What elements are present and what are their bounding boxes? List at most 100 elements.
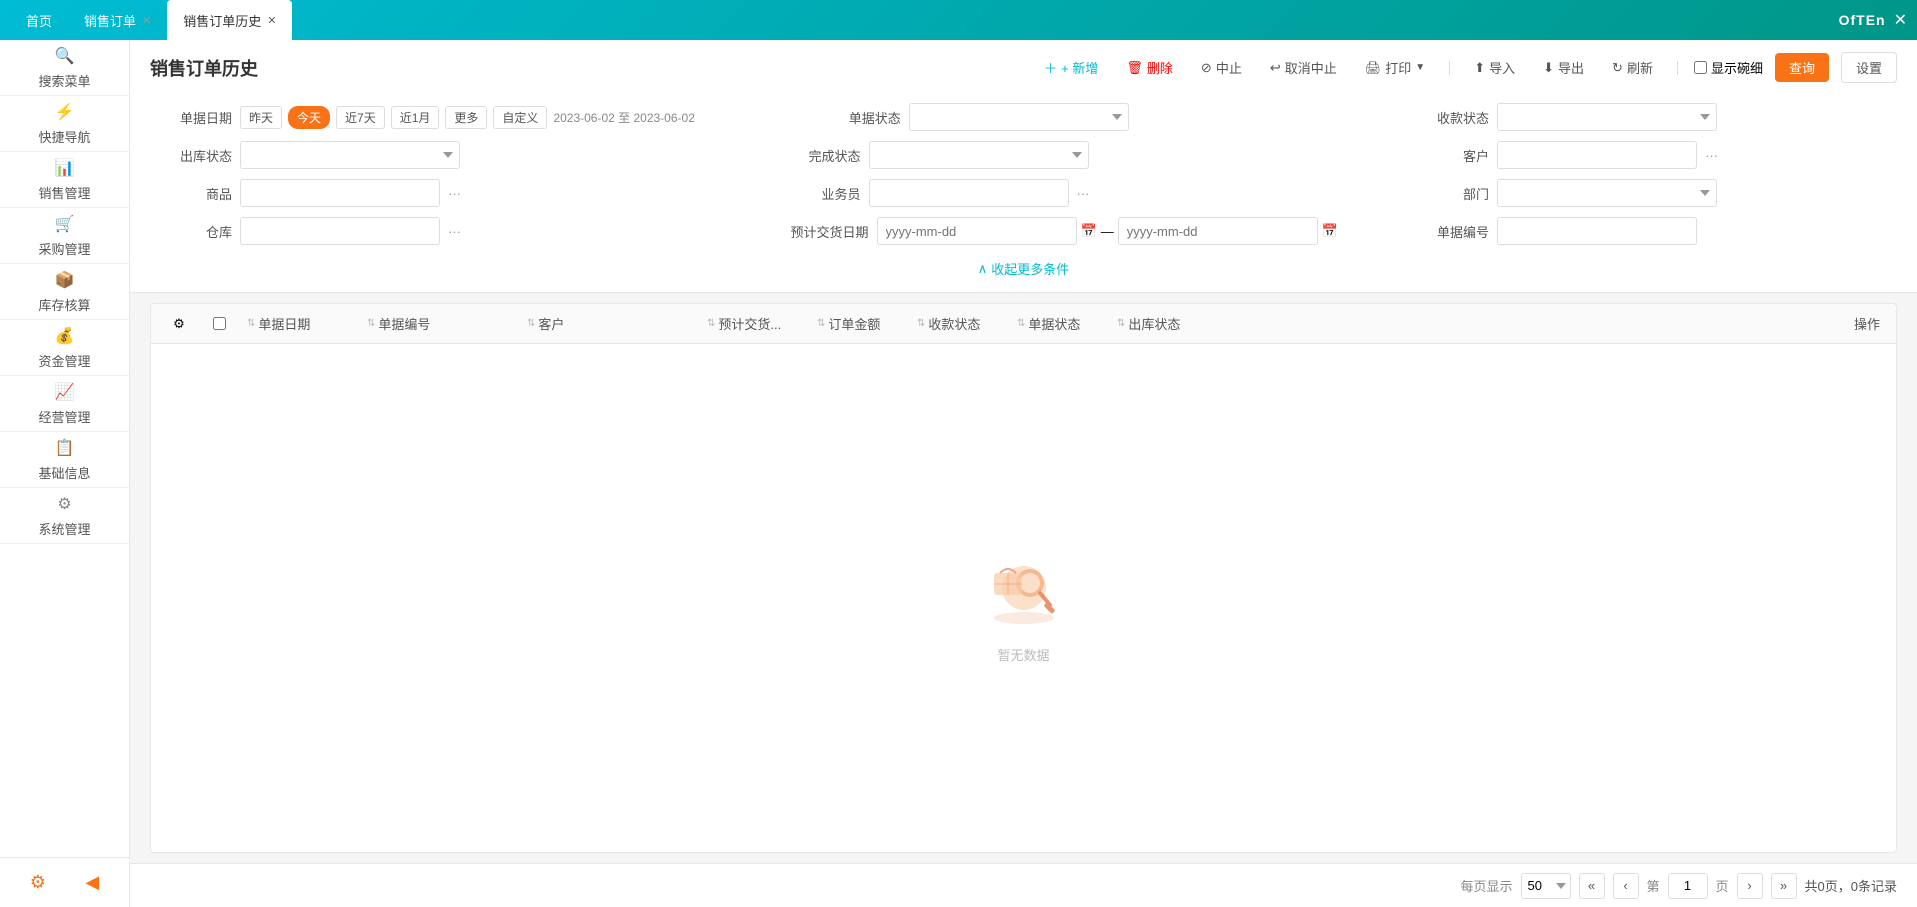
dept-select[interactable] — [1497, 179, 1717, 207]
prev-page-button[interactable]: ‹ — [1613, 873, 1639, 899]
doc-no-input[interactable] — [1497, 217, 1697, 245]
doc-date-label: 单据日期 — [170, 108, 240, 127]
salesperson-input[interactable] — [869, 179, 1069, 207]
out-status-select[interactable] — [240, 141, 460, 169]
import-button[interactable]: ⬆ 导入 — [1466, 54, 1523, 81]
table-settings-icon[interactable]: ⚙ — [159, 316, 199, 332]
date-7days[interactable]: 近7天 — [336, 106, 385, 129]
per-page-select[interactable]: 50 10 20 100 — [1521, 873, 1571, 899]
sidebar-settings-icon[interactable]: ⚙ — [30, 872, 46, 893]
date-range-text: 2023-06-02 至 2023-06-02 — [553, 109, 694, 126]
delivery-date-dash: — — [1101, 224, 1114, 239]
customer-input[interactable] — [1497, 141, 1697, 169]
table-footer: 每页显示 50 10 20 100 « ‹ 第 页 › » 共0页，0条记录 — [130, 863, 1917, 907]
last-page-button[interactable]: » — [1771, 873, 1797, 899]
warehouse-ellipsis[interactable]: ··· — [444, 224, 465, 239]
th-out-status-label: 出库状态 — [1128, 314, 1180, 333]
cancel-stop-label: 取消中止 — [1285, 58, 1337, 77]
date-more[interactable]: 更多 — [445, 106, 487, 129]
complete-status-select[interactable] — [869, 141, 1089, 169]
customer-ellipsis[interactable]: ··· — [1701, 148, 1722, 163]
empty-illustration — [974, 533, 1074, 633]
date-1month[interactable]: 近1月 — [391, 106, 440, 129]
warehouse-label: 仓库 — [170, 222, 240, 241]
th-pay-status-label: 收款状态 — [928, 314, 980, 333]
check-all-input[interactable] — [213, 317, 226, 330]
date-custom[interactable]: 自定义 — [493, 106, 547, 129]
top-close-icon[interactable]: ✕ — [1894, 10, 1907, 30]
th-amount-label: 订单金额 — [828, 314, 880, 333]
new-button[interactable]: ＋ + 新增 — [1036, 54, 1106, 81]
next-page-button[interactable]: › — [1737, 873, 1763, 899]
date-filter: 昨天 今天 近7天 近1月 更多 自定义 2023-06-02 至 2023-0… — [240, 106, 701, 129]
query-label: 查询 — [1789, 58, 1815, 77]
export-button[interactable]: ⬇ 导出 — [1535, 54, 1592, 81]
search-menu-icon: 🔍 — [54, 45, 76, 67]
th-amount[interactable]: ⇅ 订单金额 — [809, 314, 909, 333]
sort-icon-date: ⇅ — [247, 318, 255, 329]
th-customer[interactable]: ⇅ 客户 — [519, 314, 699, 333]
query-button[interactable]: 查询 — [1775, 53, 1829, 82]
sidebar-item-ops-mgmt[interactable]: 📈 经营管理 — [0, 376, 129, 432]
tab-sales-order-history[interactable]: 销售订单历史 ✕ — [167, 0, 292, 40]
stop-button[interactable]: ⊘ 中止 — [1193, 54, 1250, 81]
collapse-row[interactable]: ∧ 收起更多条件 — [170, 255, 1877, 282]
sidebar-item-sys-mgmt[interactable]: ⚙ 系统管理 — [0, 488, 129, 544]
sidebar-bottom: ⚙ ◀ — [0, 857, 129, 907]
th-doc-no[interactable]: ⇅ 单据编号 — [359, 314, 519, 333]
delivery-date-cal1[interactable]: 📅 — [1081, 223, 1097, 239]
sidebar-item-search-menu[interactable]: 🔍 搜索菜单 — [0, 40, 129, 96]
tab-sales-order-close[interactable]: ✕ — [142, 14, 151, 27]
sidebar-item-sales-mgmt[interactable]: 📊 销售管理 — [0, 152, 129, 208]
tab-sales-order[interactable]: 销售订单 ✕ — [68, 0, 167, 40]
cancel-stop-button[interactable]: ↩ 取消中止 — [1262, 54, 1345, 81]
first-page-icon: « — [1588, 878, 1595, 893]
show-cols-checkbox[interactable]: 显示碗细 — [1694, 58, 1763, 77]
th-out-status[interactable]: ⇅ 出库状态 — [1109, 314, 1209, 333]
complete-status-label: 完成状态 — [799, 146, 869, 165]
doc-status-select[interactable] — [909, 103, 1129, 131]
sidebar-item-inventory-calc[interactable]: 📦 库存核算 — [0, 264, 129, 320]
empty-text: 暂无数据 — [997, 645, 1049, 664]
th-pay-status[interactable]: ⇅ 收款状态 — [909, 314, 1009, 333]
table-check-all[interactable] — [199, 317, 239, 330]
sidebar-item-purchase-mgmt[interactable]: 🛒 采购管理 — [0, 208, 129, 264]
finance-mgmt-icon: 💰 — [54, 325, 76, 347]
delivery-date-start[interactable] — [877, 217, 1077, 245]
sidebar-collapse-icon[interactable]: ◀ — [85, 872, 99, 893]
warehouse-input[interactable] — [240, 217, 440, 245]
sidebar-item-base-info[interactable]: 📋 基础信息 — [0, 432, 129, 488]
delete-button[interactable]: 🗑 删除 — [1118, 54, 1181, 81]
delivery-date-end[interactable] — [1118, 217, 1318, 245]
refresh-button[interactable]: ↻ 刷新 — [1604, 54, 1661, 81]
doc-status-label: 单据状态 — [839, 108, 909, 127]
th-doc-status[interactable]: ⇅ 单据状态 — [1009, 314, 1109, 333]
date-yesterday[interactable]: 昨天 — [240, 106, 282, 129]
collapse-up-icon: ∧ — [978, 261, 988, 277]
delivery-date-cal2[interactable]: 📅 — [1322, 223, 1338, 239]
goods-ellipsis[interactable]: ··· — [444, 186, 465, 201]
page-title-row: 销售订单历史 ＋ + 新增 🗑 删除 ⊘ 中止 ↩ — [150, 52, 1897, 83]
show-cols-check[interactable] — [1694, 61, 1707, 74]
sidebar-item-finance-mgmt[interactable]: 💰 资金管理 — [0, 320, 129, 376]
date-today[interactable]: 今天 — [288, 106, 330, 129]
settings-button[interactable]: 设置 — [1841, 52, 1897, 83]
goods-input[interactable] — [240, 179, 440, 207]
pay-status-select[interactable] — [1497, 103, 1717, 131]
page-number-input[interactable] — [1668, 873, 1708, 899]
complete-status-control — [869, 141, 1249, 169]
show-cols-label: 显示碗细 — [1711, 58, 1763, 77]
sidebar-item-base-info-label: 基础信息 — [38, 463, 90, 482]
sidebar-item-quick-nav[interactable]: ⚡ 快捷导航 — [0, 96, 129, 152]
th-doc-date[interactable]: ⇅ 单据日期 — [239, 314, 359, 333]
sort-icon-doc: ⇅ — [1017, 318, 1025, 329]
dept-label: 部门 — [1427, 184, 1497, 203]
th-delivery[interactable]: ⇅ 预计交货... — [699, 314, 809, 333]
tab-sales-order-history-close[interactable]: ✕ — [267, 14, 276, 27]
tab-home[interactable]: 首页 — [10, 0, 68, 40]
print-button[interactable]: 🖨 打印 ▼ — [1357, 54, 1433, 81]
sidebar-item-purchase-mgmt-label: 采购管理 — [38, 239, 90, 258]
tab-sales-order-history-label: 销售订单历史 — [183, 11, 261, 30]
salesperson-ellipsis[interactable]: ··· — [1073, 186, 1094, 201]
first-page-button[interactable]: « — [1579, 873, 1605, 899]
